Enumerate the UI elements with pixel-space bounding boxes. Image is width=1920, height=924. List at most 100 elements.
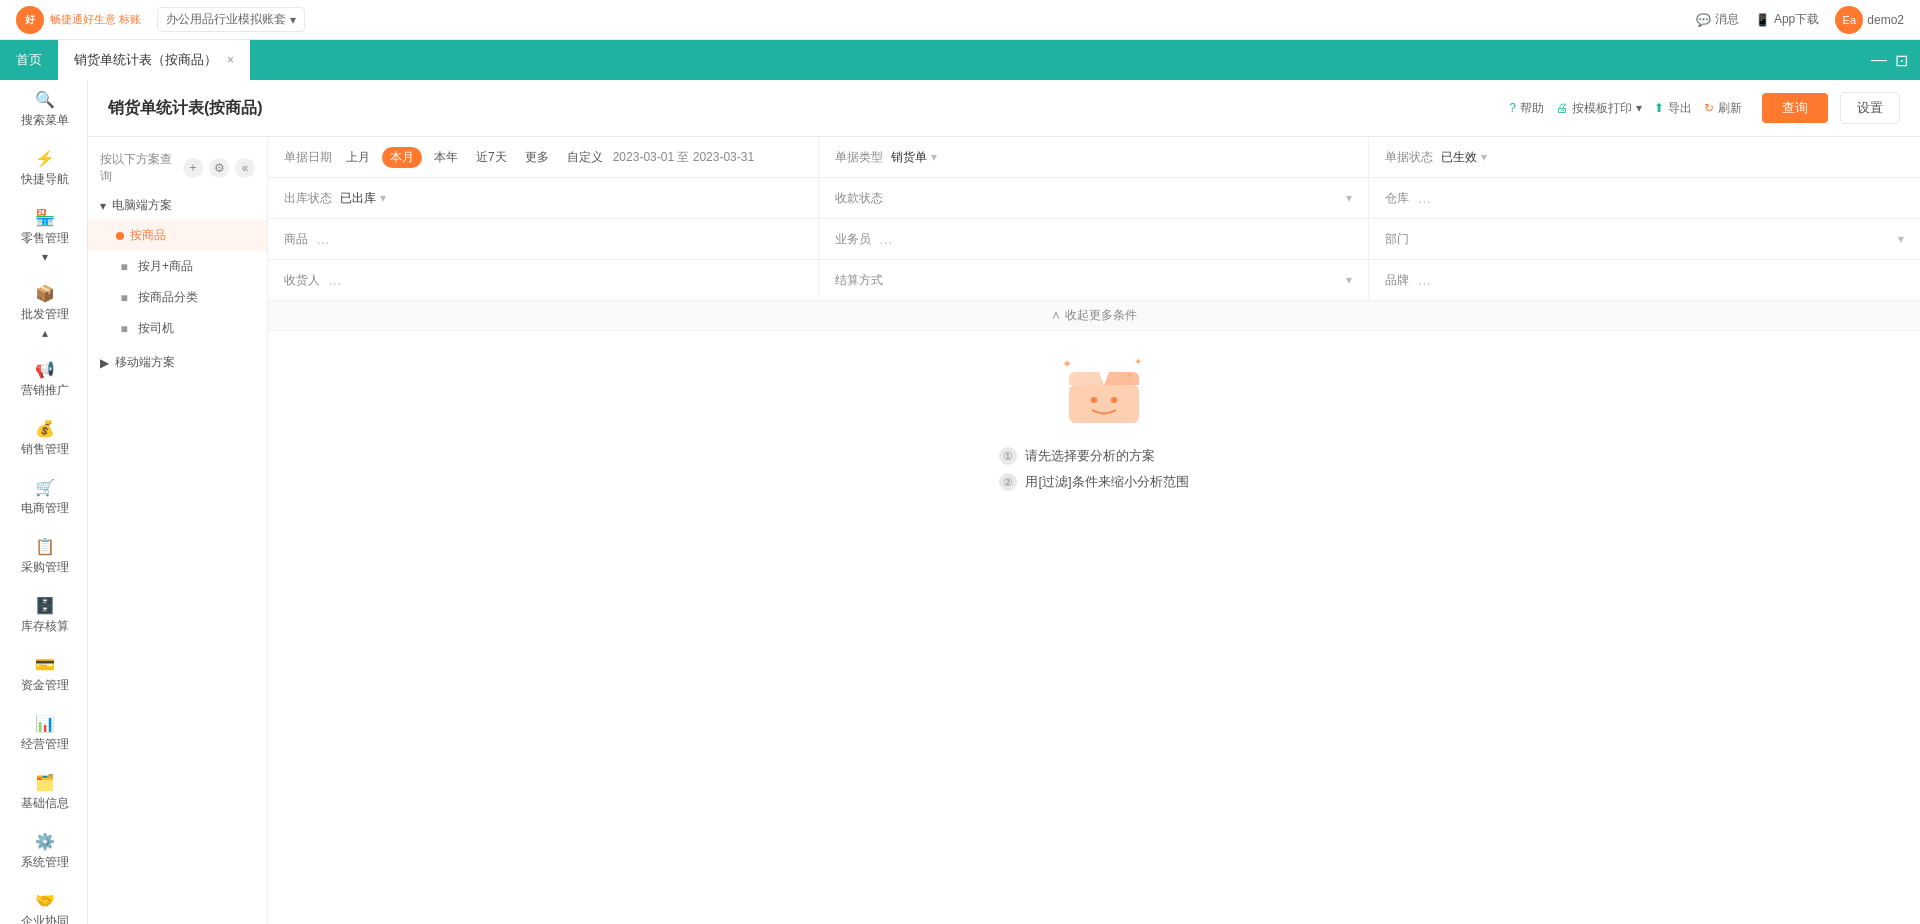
docstatus-label: 单据状态 [1385, 149, 1433, 166]
sidebar-item-purchase[interactable]: 📋 采购管理 [0, 527, 87, 586]
receiptstatus-content: ▾ [891, 191, 1353, 205]
sidebar-finance-label: 资金管理 [21, 677, 69, 694]
nav-group-desktop-title[interactable]: ▾ 电脑端方案 [88, 191, 267, 220]
doctype-label: 单据类型 [835, 149, 883, 166]
ecommerce-icon: 🛒 [35, 478, 55, 497]
svg-rect-0 [1069, 385, 1139, 423]
nav-item-by-goods[interactable]: 按商品 [88, 220, 267, 251]
workspace-selector[interactable]: 办公用品行业模拟账套 ▾ [157, 7, 305, 32]
filter-row-4: 收货人 … 结算方式 ▾ 品牌 … [268, 260, 1920, 301]
sidebar-item-inventory[interactable]: 🗄️ 库存核算 [0, 586, 87, 645]
add-scheme-btn[interactable]: + [183, 158, 203, 178]
tab-active[interactable]: 销货单统计表（按商品） × [58, 40, 250, 80]
tab-maximize-icon[interactable]: ⊡ [1895, 51, 1908, 70]
page-title: 销货单统计表(按商品) [108, 98, 263, 131]
warehouse-label: 仓库 [1385, 190, 1409, 207]
nav-month-icon: ■ [116, 259, 132, 275]
salesperson-dots[interactable]: … [879, 231, 893, 247]
filter-cell-date: 单据日期 上月 本月 本年 近7天 更多 自定义 2023-03-01 至 20… [268, 137, 819, 177]
sidebar-item-search[interactable]: 🔍 搜索菜单 [0, 80, 87, 139]
collapse-bar[interactable]: ∧ 收起更多条件 [268, 301, 1920, 331]
tab-home-label: 首页 [16, 51, 42, 69]
sidebar-item-marketing[interactable]: 📢 营销推广 [0, 350, 87, 409]
sidebar-item-operations[interactable]: 📊 经营管理 [0, 704, 87, 763]
doctype-value: 销货单 [891, 149, 927, 166]
query-button[interactable]: 查询 [1762, 93, 1828, 123]
sidebar-item-wholesale[interactable]: 📦 批发管理 ▴ [0, 274, 87, 350]
warehouse-dots[interactable]: … [1417, 190, 1431, 206]
sidebar-sales-label: 销售管理 [21, 441, 69, 458]
tab-close-btn[interactable]: × [227, 53, 234, 67]
sales-icon: 💰 [35, 419, 55, 438]
export-icon: ⬆ [1654, 101, 1664, 115]
sidebar-enterprise-label: 企业协同 [21, 913, 69, 924]
sidebar-item-sales[interactable]: 💰 销售管理 [0, 409, 87, 468]
svg-text:✦: ✦ [1134, 356, 1142, 367]
goods-dots[interactable]: … [316, 231, 330, 247]
app-download-label: App下载 [1774, 11, 1819, 28]
marketing-icon: 📢 [35, 360, 55, 379]
user-menu[interactable]: Ea demo2 [1835, 6, 1904, 34]
nav-item-goods-category[interactable]: ■ 按商品分类 [88, 282, 267, 313]
message-action[interactable]: 💬 消息 [1696, 11, 1739, 28]
department-dropdown[interactable]: ▾ [1898, 232, 1904, 246]
refresh-btn[interactable]: ↻ 刷新 [1704, 100, 1742, 117]
sidebar-item-system[interactable]: ⚙️ 系统管理 [0, 822, 87, 881]
date-tab-7days[interactable]: 近7天 [470, 147, 513, 168]
topbar-right: 💬 消息 📱 App下载 Ea demo2 [1696, 6, 1904, 34]
sidebar-item-quicknav[interactable]: ⚡ 快捷导航 [0, 139, 87, 198]
nav-item-month-goods-label: 按月+商品 [138, 258, 193, 275]
sidebar-item-finance[interactable]: 💳 资金管理 [0, 645, 87, 704]
brand-content: … [1417, 272, 1904, 288]
receiptstatus-dropdown[interactable]: ▾ [1346, 191, 1352, 205]
left-nav-panel: 按以下方案查询 + ⚙ « ▾ 电脑端方案 按商品 [88, 137, 268, 924]
sidebar-search-label: 搜索菜单 [21, 112, 69, 129]
sidebar-item-ecommerce[interactable]: 🛒 电商管理 [0, 468, 87, 527]
date-tab-thismonth[interactable]: 本月 [382, 147, 422, 168]
payment-dropdown[interactable]: ▾ [1346, 273, 1352, 287]
print-btn[interactable]: 🖨 按模板打印 ▾ [1556, 100, 1642, 117]
docstatus-dropdown[interactable]: ▾ [1481, 150, 1487, 164]
filter-cell-docstatus: 单据状态 已生效 ▾ [1369, 137, 1920, 177]
brand-dots[interactable]: … [1417, 272, 1431, 288]
sidebar-item-enterprise[interactable]: 🤝 企业协同 [0, 881, 87, 924]
sidebar-item-basics[interactable]: 🗂️ 基础信息 [0, 763, 87, 822]
nav-group-mobile-title[interactable]: ▶ 移动端方案 [88, 348, 267, 377]
empty-state: ✦ ✦ ✦ ① 请先选择要分析的方案 ② 用[ [268, 335, 1920, 491]
date-tab-custom[interactable]: 自定义 [561, 147, 609, 168]
sidebar-basics-label: 基础信息 [21, 795, 69, 812]
department-content: ▾ [1417, 232, 1904, 246]
date-tab-lastmonth[interactable]: 上月 [340, 147, 376, 168]
department-label: 部门 [1385, 231, 1409, 248]
desktop-group-label: 电脑端方案 [112, 197, 172, 214]
app-download-action[interactable]: 📱 App下载 [1755, 11, 1819, 28]
filter-cell-goods: 商品 … [268, 219, 819, 259]
date-tab-more[interactable]: 更多 [519, 147, 555, 168]
tab-home[interactable]: 首页 [0, 40, 58, 80]
export-btn[interactable]: ⬆ 导出 [1654, 100, 1692, 117]
desktop-group-arrow: ▾ [100, 199, 106, 213]
svg-point-1 [1091, 397, 1097, 403]
operations-icon: 📊 [35, 714, 55, 733]
filter-cell-receiptstatus: 收款状态 ▾ [819, 178, 1370, 218]
collapse-nav-btn[interactable]: « [235, 158, 255, 178]
help-btn[interactable]: ? 帮助 [1509, 100, 1544, 117]
sidebar-purchase-label: 采购管理 [21, 559, 69, 576]
logo-icon: 好 [16, 6, 44, 34]
tab-minimize-icon[interactable]: — [1871, 51, 1887, 69]
inventory-icon: 🗄️ [35, 596, 55, 615]
docstatus-content: 已生效 ▾ [1441, 149, 1904, 166]
outstatus-dropdown[interactable]: ▾ [380, 191, 386, 205]
sidebar-item-retail[interactable]: 🏪 零售管理 ▾ [0, 198, 87, 274]
settings-button[interactable]: 设置 [1840, 92, 1900, 124]
system-icon: ⚙️ [35, 832, 55, 851]
date-tab-thisyear[interactable]: 本年 [428, 147, 464, 168]
edit-scheme-btn[interactable]: ⚙ [209, 158, 229, 178]
doctype-dropdown[interactable]: ▾ [931, 150, 937, 164]
filter-cell-payment: 结算方式 ▾ [819, 260, 1370, 300]
nav-item-month-goods[interactable]: ■ 按月+商品 [88, 251, 267, 282]
page-actions: ? 帮助 🖨 按模板打印 ▾ ⬆ 导出 ↻ 刷新 查询 设置 [1509, 92, 1900, 136]
filter-cell-brand: 品牌 … [1369, 260, 1920, 300]
consignee-dots[interactable]: … [328, 272, 342, 288]
nav-item-driver[interactable]: ■ 按司机 [88, 313, 267, 344]
